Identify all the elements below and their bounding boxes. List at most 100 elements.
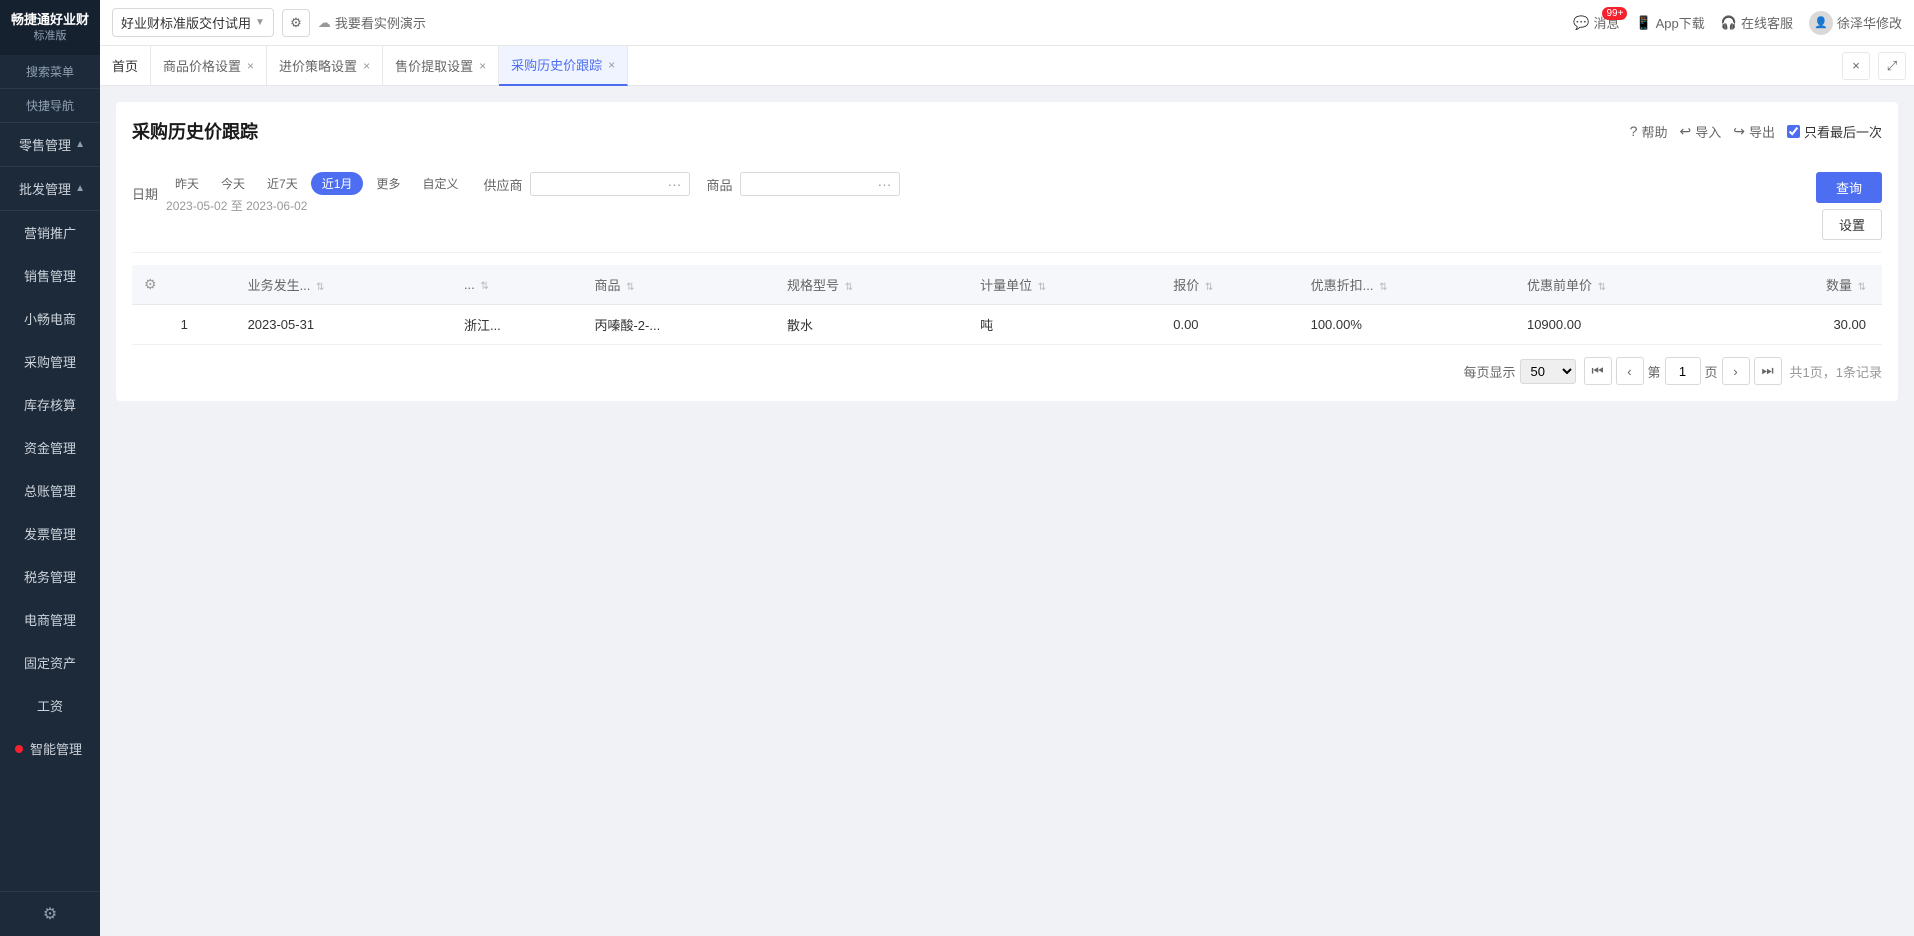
date-btn-more[interactable]: 更多: [367, 172, 409, 195]
close-icon[interactable]: ×: [608, 58, 615, 72]
sidebar-menu-invoice[interactable]: 发票管理: [0, 512, 100, 555]
table-col-more[interactable]: ... ⇅: [452, 265, 583, 305]
user-menu-button[interactable]: 👤 徐泽华修改: [1809, 11, 1902, 35]
notification-dot: [15, 745, 23, 753]
table-col-date[interactable]: 业务发生... ⇅: [236, 265, 452, 305]
date-btn-yesterday[interactable]: 昨天: [166, 172, 208, 195]
query-button[interactable]: 查询: [1816, 172, 1882, 203]
tab-home[interactable]: 首页: [100, 46, 151, 86]
online-service-button[interactable]: 🎧 在线客服: [1721, 13, 1793, 32]
page-next-button[interactable]: ›: [1722, 357, 1750, 385]
goods-more-button[interactable]: ···: [877, 176, 891, 192]
per-page-label: 每页显示: [1463, 362, 1515, 381]
sidebar-item-label: 资金管理: [15, 438, 85, 457]
export-button[interactable]: ↪ 导出: [1733, 122, 1775, 141]
table-col-unit-price[interactable]: 优惠前单价 ⇅: [1515, 265, 1736, 305]
filter-action-buttons: 查询 设置: [1816, 172, 1882, 240]
table-col-spec[interactable]: 规格型号 ⇅: [775, 265, 968, 305]
supplier-more-button[interactable]: ···: [667, 176, 681, 192]
sort-icon: ⇅: [1205, 282, 1213, 293]
app-download-button[interactable]: 📱 App下载: [1635, 13, 1704, 32]
sidebar-item-label: 智能管理: [27, 739, 85, 758]
table-col-qty[interactable]: 数量 ⇅: [1736, 265, 1882, 305]
help-label: 帮助: [1641, 122, 1667, 141]
sort-icon: ⇅: [480, 281, 488, 292]
page-first-button[interactable]: ⏮: [1584, 357, 1612, 385]
close-icon[interactable]: ×: [363, 59, 370, 73]
tab-close-button[interactable]: ×: [1842, 52, 1870, 80]
sidebar-menu-marketing[interactable]: 营销推广: [0, 211, 100, 254]
sidebar-menu-wholesale[interactable]: 批发管理 ▲: [0, 167, 100, 211]
close-icon[interactable]: ×: [247, 59, 254, 73]
tab-history-price[interactable]: 采购历史价跟踪 ×: [499, 46, 628, 86]
product-select[interactable]: 好业财标准版交付试用 ▼: [112, 8, 274, 37]
column-settings-icon[interactable]: ⚙: [144, 276, 157, 292]
sidebar-item-label: 电商管理: [15, 610, 85, 629]
goods-input[interactable]: [749, 177, 873, 192]
table-col-price[interactable]: 报价 ⇅: [1161, 265, 1298, 305]
goods-filter-label: 商品: [706, 175, 732, 194]
demo-link[interactable]: ☁ 我要看实例演示: [318, 13, 426, 32]
row-unit-price: 10900.00: [1515, 305, 1736, 345]
tab-price-setting[interactable]: 商品价格设置 ×: [151, 46, 267, 86]
sort-icon: ⇅: [845, 282, 853, 293]
chevron-up-icon: ▲: [75, 183, 85, 194]
page-number-input[interactable]: [1665, 357, 1701, 385]
page-prev-button[interactable]: ‹: [1616, 357, 1644, 385]
page-header: 采购历史价跟踪 ? 帮助 ↩ 导入 ↪ 导出: [132, 118, 1882, 144]
settings-icon[interactable]: ⚙: [43, 906, 57, 923]
sidebar-item-label: 发票管理: [15, 524, 85, 543]
tab-maximize-button[interactable]: ⤢: [1878, 52, 1906, 80]
import-label: 导入: [1695, 122, 1721, 141]
page-last-button[interactable]: ⏭: [1754, 357, 1782, 385]
total-info: 共1页，1条记录: [1790, 362, 1882, 381]
sidebar-item-label: 采购管理: [15, 352, 85, 371]
date-btn-1month[interactable]: 近1月: [311, 172, 364, 195]
sidebar-menu-tax[interactable]: 税务管理: [0, 555, 100, 598]
date-btn-custom[interactable]: 自定义: [413, 172, 467, 195]
product-select-label: 好业财标准版交付试用: [121, 13, 251, 32]
message-button[interactable]: 💬 消息 99+: [1573, 13, 1619, 32]
help-link[interactable]: ? 帮助: [1630, 122, 1668, 141]
import-button[interactable]: ↩ 导入: [1679, 122, 1721, 141]
last-only-checkbox[interactable]: 只看最后一次: [1787, 122, 1882, 141]
sidebar-menu-sales[interactable]: 销售管理: [0, 254, 100, 297]
last-only-input[interactable]: [1787, 125, 1800, 138]
tab-label: 售价提取设置: [395, 56, 473, 75]
supplier-input-wrapper: ···: [530, 172, 690, 196]
sidebar-search[interactable]: 搜索菜单: [0, 55, 100, 89]
topbar-gear-button[interactable]: ⚙: [282, 9, 310, 37]
date-btn-7days[interactable]: 近7天: [258, 172, 307, 195]
sidebar-quick-nav[interactable]: 快捷导航: [0, 89, 100, 123]
tab-purchase-strategy[interactable]: 进价策略设置 ×: [267, 46, 383, 86]
goods-input-wrapper: ···: [740, 172, 900, 196]
col-qty-label: 数量: [1826, 278, 1852, 293]
page-actions: ? 帮助 ↩ 导入 ↪ 导出 只看最后一次: [1630, 122, 1882, 141]
message-badge: 99+: [1602, 7, 1627, 20]
table-col-discount[interactable]: 优惠折扣... ⇅: [1299, 265, 1515, 305]
sidebar-menu-finance[interactable]: 资金管理: [0, 426, 100, 469]
sidebar-menu-purchase[interactable]: 采购管理: [0, 340, 100, 383]
sidebar-menu-ledger[interactable]: 总账管理: [0, 469, 100, 512]
supplier-input[interactable]: [539, 177, 663, 192]
sidebar-menu-inventory[interactable]: 库存核算: [0, 383, 100, 426]
table-col-gear[interactable]: ⚙: [132, 265, 169, 305]
col-date-label: 业务发生...: [248, 278, 311, 293]
table-col-unit[interactable]: 计量单位 ⇅: [968, 265, 1161, 305]
sidebar-item-label: 固定资产: [15, 653, 85, 672]
sort-icon: ⇅: [1379, 282, 1387, 293]
sidebar-menu-payroll[interactable]: 工资: [0, 684, 100, 727]
sidebar-menu-small-ecommerce[interactable]: 小畅电商: [0, 297, 100, 340]
table-col-goods[interactable]: 商品 ⇅: [582, 265, 775, 305]
per-page-dropdown[interactable]: 20 50 100 200: [1520, 359, 1576, 384]
user-name: 徐泽华修改: [1837, 13, 1902, 32]
close-icon[interactable]: ×: [479, 59, 486, 73]
sidebar-menu-assets[interactable]: 固定资产: [0, 641, 100, 684]
filter-settings-button[interactable]: 设置: [1822, 209, 1882, 240]
sidebar-menu-retail[interactable]: 零售管理 ▲: [0, 123, 100, 167]
tab-sale-price[interactable]: 售价提取设置 ×: [383, 46, 499, 86]
sidebar-menu-ecommerce[interactable]: 电商管理: [0, 598, 100, 641]
chevron-down-icon: ▼: [255, 17, 265, 28]
date-btn-today[interactable]: 今天: [212, 172, 254, 195]
sidebar-menu-smart[interactable]: 智能管理: [0, 727, 100, 770]
